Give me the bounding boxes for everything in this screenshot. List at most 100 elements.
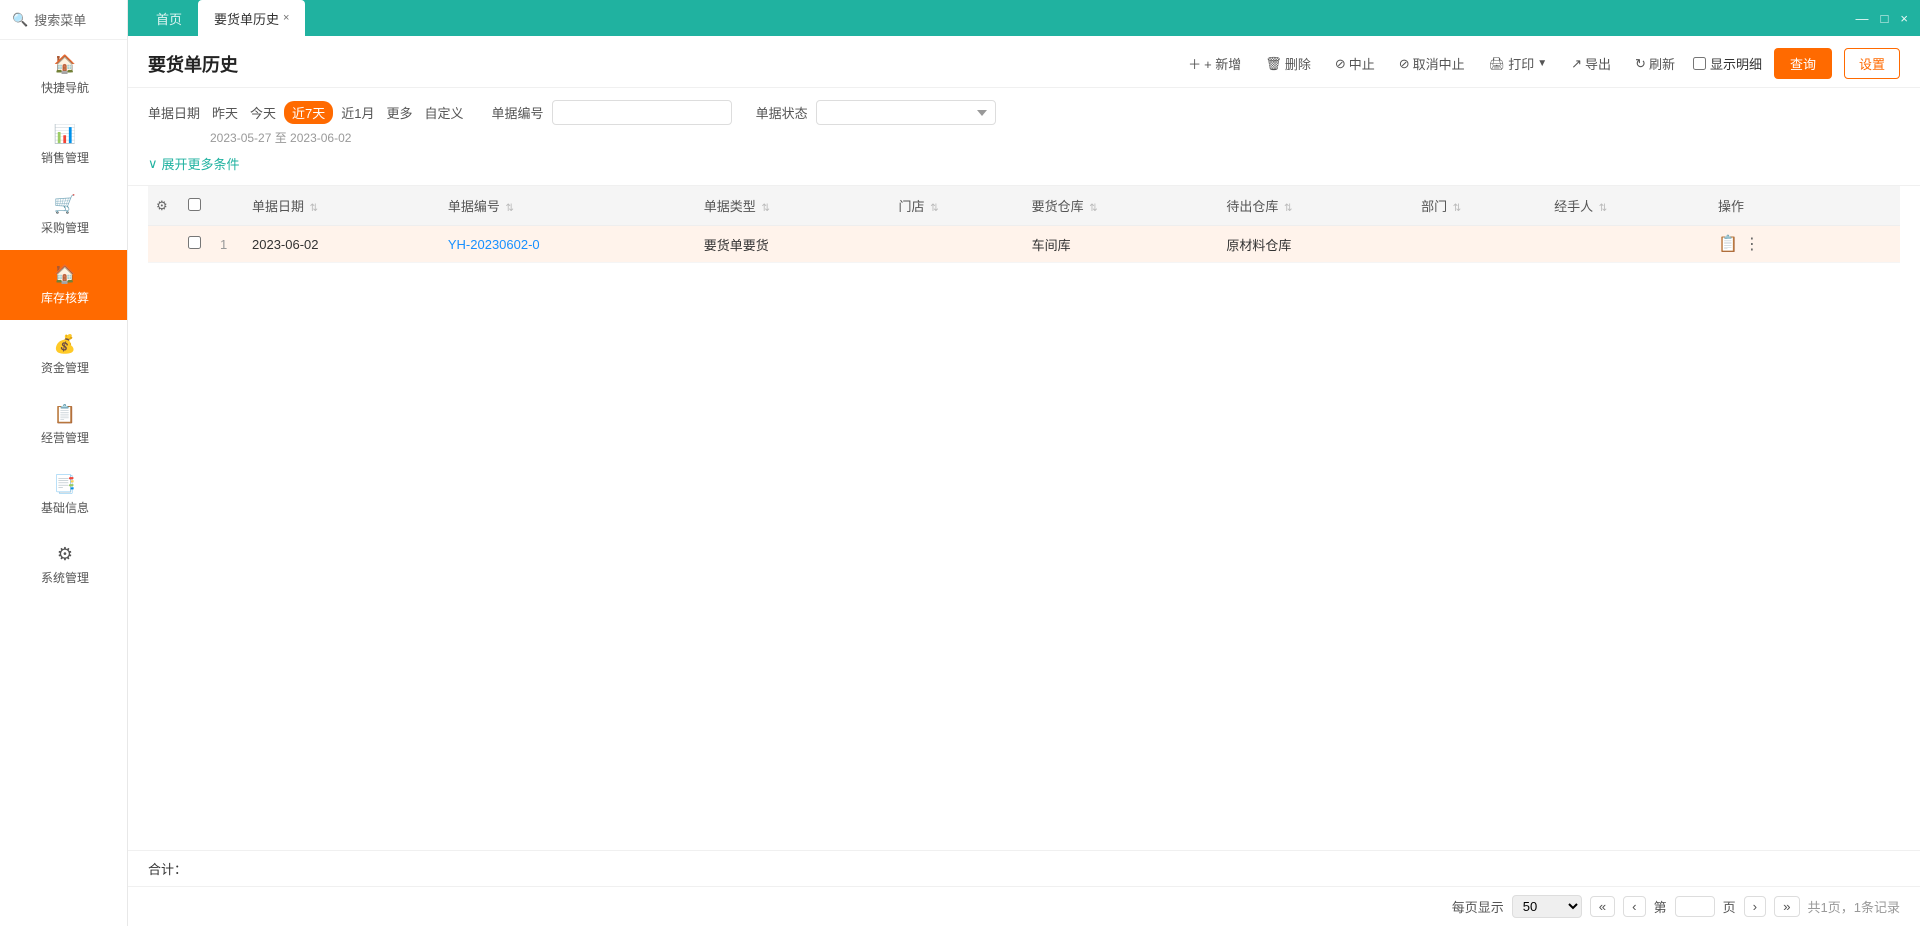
refresh-button[interactable]: ↻ 刷新	[1629, 50, 1681, 77]
sidebar-label-operations: 经营管理	[41, 429, 89, 446]
export-button[interactable]: ↗ 导出	[1565, 50, 1617, 77]
per-page-label: 每页显示	[1452, 897, 1504, 916]
row-edit-btn[interactable]: 📋	[1718, 234, 1738, 254]
sidebar-icon-finance: 💰	[54, 334, 76, 355]
row-checkbox-cell[interactable]	[180, 226, 212, 263]
dept-col-header[interactable]: 部门 ⇅	[1413, 186, 1546, 226]
doc-number-label: 单据编号	[492, 103, 544, 122]
req-warehouse-col-header[interactable]: 要货仓库 ⇅	[1024, 186, 1219, 226]
sidebar-label-system: 系统管理	[41, 569, 89, 586]
sidebar-item-base-info[interactable]: 📑 基础信息	[0, 460, 127, 530]
data-table: ⚙ 单据日期 ⇅ 单据编号 ⇅ 单据类型 ⇅	[148, 186, 1900, 263]
display-detail-checkbox[interactable]: 显示明细	[1693, 54, 1762, 73]
sidebar-label-inventory: 库存核算	[41, 289, 89, 306]
settings-button[interactable]: 设置	[1844, 48, 1900, 79]
sidebar-search[interactable]: 🔍 搜索菜单	[0, 0, 127, 40]
page-number-input[interactable]: 1	[1675, 896, 1715, 917]
table-settings-btn[interactable]: ⚙	[148, 186, 180, 226]
sidebar-label-finance: 资金管理	[41, 359, 89, 376]
export-icon: ↗	[1571, 56, 1582, 72]
tab-home[interactable]: 首页	[140, 0, 198, 36]
date-tab-today[interactable]: 今天	[246, 101, 280, 124]
next-page-btn[interactable]: ›	[1744, 896, 1766, 917]
sidebar-item-system[interactable]: ⚙ 系统管理	[0, 530, 127, 600]
date-filter-label: 单据日期	[148, 103, 200, 122]
page-header: 要货单历史 ＋ + 新增 🗑 删除 ⊘ 中止 ⊘ 取消中止	[128, 36, 1920, 88]
row-docno[interactable]: YH-20230602-0	[440, 226, 696, 263]
sidebar-search-label: 搜索菜单	[34, 10, 86, 29]
row-more-btn[interactable]: ⋮	[1744, 234, 1760, 254]
handler-col-header[interactable]: 经手人 ⇅	[1546, 186, 1710, 226]
select-all-header[interactable]	[180, 186, 212, 226]
sidebar-item-purchase[interactable]: 🛒 采购管理	[0, 180, 127, 250]
row-pending-warehouse: 原材料仓库	[1218, 226, 1413, 263]
row-department	[1413, 226, 1546, 263]
stop-icon: ⊘	[1335, 56, 1346, 72]
row-handler	[1546, 226, 1710, 263]
sidebar-label-purchase: 采购管理	[41, 219, 89, 236]
page-suffix-label: 页	[1723, 897, 1736, 916]
row-store	[891, 226, 1024, 263]
sidebar-item-sales[interactable]: 📊 销售管理	[0, 110, 127, 180]
row-num: 1	[212, 226, 244, 263]
row-req-warehouse: 车间库	[1024, 226, 1219, 263]
pagination-bar: 每页显示 102050100 « ‹ 第 1 页 › » 共1页，1条记录	[128, 886, 1920, 926]
cancel-stop-button[interactable]: ⊘ 取消中止	[1393, 50, 1471, 77]
refresh-icon: ↻	[1635, 56, 1646, 72]
window-maximize-btn[interactable]: □	[1881, 11, 1889, 26]
date-col-header[interactable]: 单据日期 ⇅	[244, 186, 440, 226]
filter-area: 单据日期 昨天今天近7天近1月更多自定义 单据编号 单据状态 2023-05-	[128, 88, 1920, 186]
date-tab-last1m[interactable]: 近1月	[337, 101, 378, 124]
sidebar-icon-sales: 📊	[54, 124, 76, 145]
sidebar-item-quick-nav[interactable]: 🏠 快捷导航	[0, 40, 127, 110]
stop-button[interactable]: ⊘ 中止	[1329, 50, 1381, 77]
date-range-display: 2023-05-27 至 2023-06-02	[210, 131, 351, 145]
per-page-select[interactable]: 102050100	[1512, 895, 1582, 918]
search-icon: 🔍	[12, 12, 28, 28]
delete-button[interactable]: 🗑 删除	[1259, 50, 1317, 77]
last-page-btn[interactable]: »	[1774, 896, 1799, 917]
doctype-sort-icon: ⇅	[761, 203, 769, 214]
sidebar-icon-operations: 📋	[54, 404, 76, 425]
table-footer: 合计：	[128, 850, 1920, 886]
expand-more-btn[interactable]: ∨ 展开更多条件	[148, 154, 1900, 173]
sidebar-icon-base-info: 📑	[54, 474, 76, 495]
tabbar-actions: — □ ×	[1856, 11, 1908, 26]
status-select[interactable]	[816, 100, 996, 125]
date-filter: 单据日期 昨天今天近7天近1月更多自定义	[148, 101, 468, 124]
delete-icon: 🗑	[1265, 56, 1282, 72]
page-title: 要货单历史	[148, 51, 238, 77]
store-col-header[interactable]: 门店 ⇅	[891, 186, 1024, 226]
window-minimize-btn[interactable]: —	[1856, 11, 1869, 26]
doctype-col-header[interactable]: 单据类型 ⇅	[696, 186, 891, 226]
total-info: 共1页，1条记录	[1808, 897, 1900, 916]
pending-warehouse-col-header[interactable]: 待出仓库 ⇅	[1218, 186, 1413, 226]
docno-col-header[interactable]: 单据编号 ⇅	[440, 186, 696, 226]
req-warehouse-sort-icon: ⇅	[1089, 203, 1097, 214]
search-button[interactable]: 查询	[1774, 48, 1832, 79]
tab-close-requisition-history[interactable]: ×	[283, 12, 289, 24]
row-settings-cell	[148, 226, 180, 263]
date-tab-last7[interactable]: 近7天	[284, 101, 333, 124]
tab-requisition-history[interactable]: 要货单历史 ×	[198, 0, 305, 36]
doc-number-input[interactable]	[552, 100, 732, 125]
date-tab-yesterday[interactable]: 昨天	[208, 101, 242, 124]
main-area: 首页要货单历史 × — □ × 要货单历史 ＋ + 新增 🗑 删除 ⊘	[128, 0, 1920, 926]
new-button[interactable]: ＋ + 新增	[1182, 50, 1247, 77]
date-tab-custom[interactable]: 自定义	[421, 101, 468, 124]
pending-warehouse-sort-icon: ⇅	[1284, 203, 1292, 214]
sidebar-item-operations[interactable]: 📋 经营管理	[0, 390, 127, 460]
sidebar-item-finance[interactable]: 💰 资金管理	[0, 320, 127, 390]
window-close-btn[interactable]: ×	[1900, 11, 1908, 26]
status-filter: 单据状态	[756, 100, 996, 125]
tab-label-requisition-history: 要货单历史	[214, 9, 279, 28]
docno-sort-icon: ⇅	[506, 203, 514, 214]
first-page-btn[interactable]: «	[1590, 896, 1615, 917]
sidebar-item-inventory[interactable]: 🏠 库存核算	[0, 250, 127, 320]
action-col-header: 操作	[1710, 186, 1900, 226]
page-prefix-label: 第	[1654, 897, 1667, 916]
prev-page-btn[interactable]: ‹	[1623, 896, 1645, 917]
print-dropdown-icon: ▼	[1537, 58, 1547, 69]
date-tab-more[interactable]: 更多	[383, 101, 417, 124]
print-button[interactable]: 🖨 打印 ▼	[1483, 50, 1553, 77]
